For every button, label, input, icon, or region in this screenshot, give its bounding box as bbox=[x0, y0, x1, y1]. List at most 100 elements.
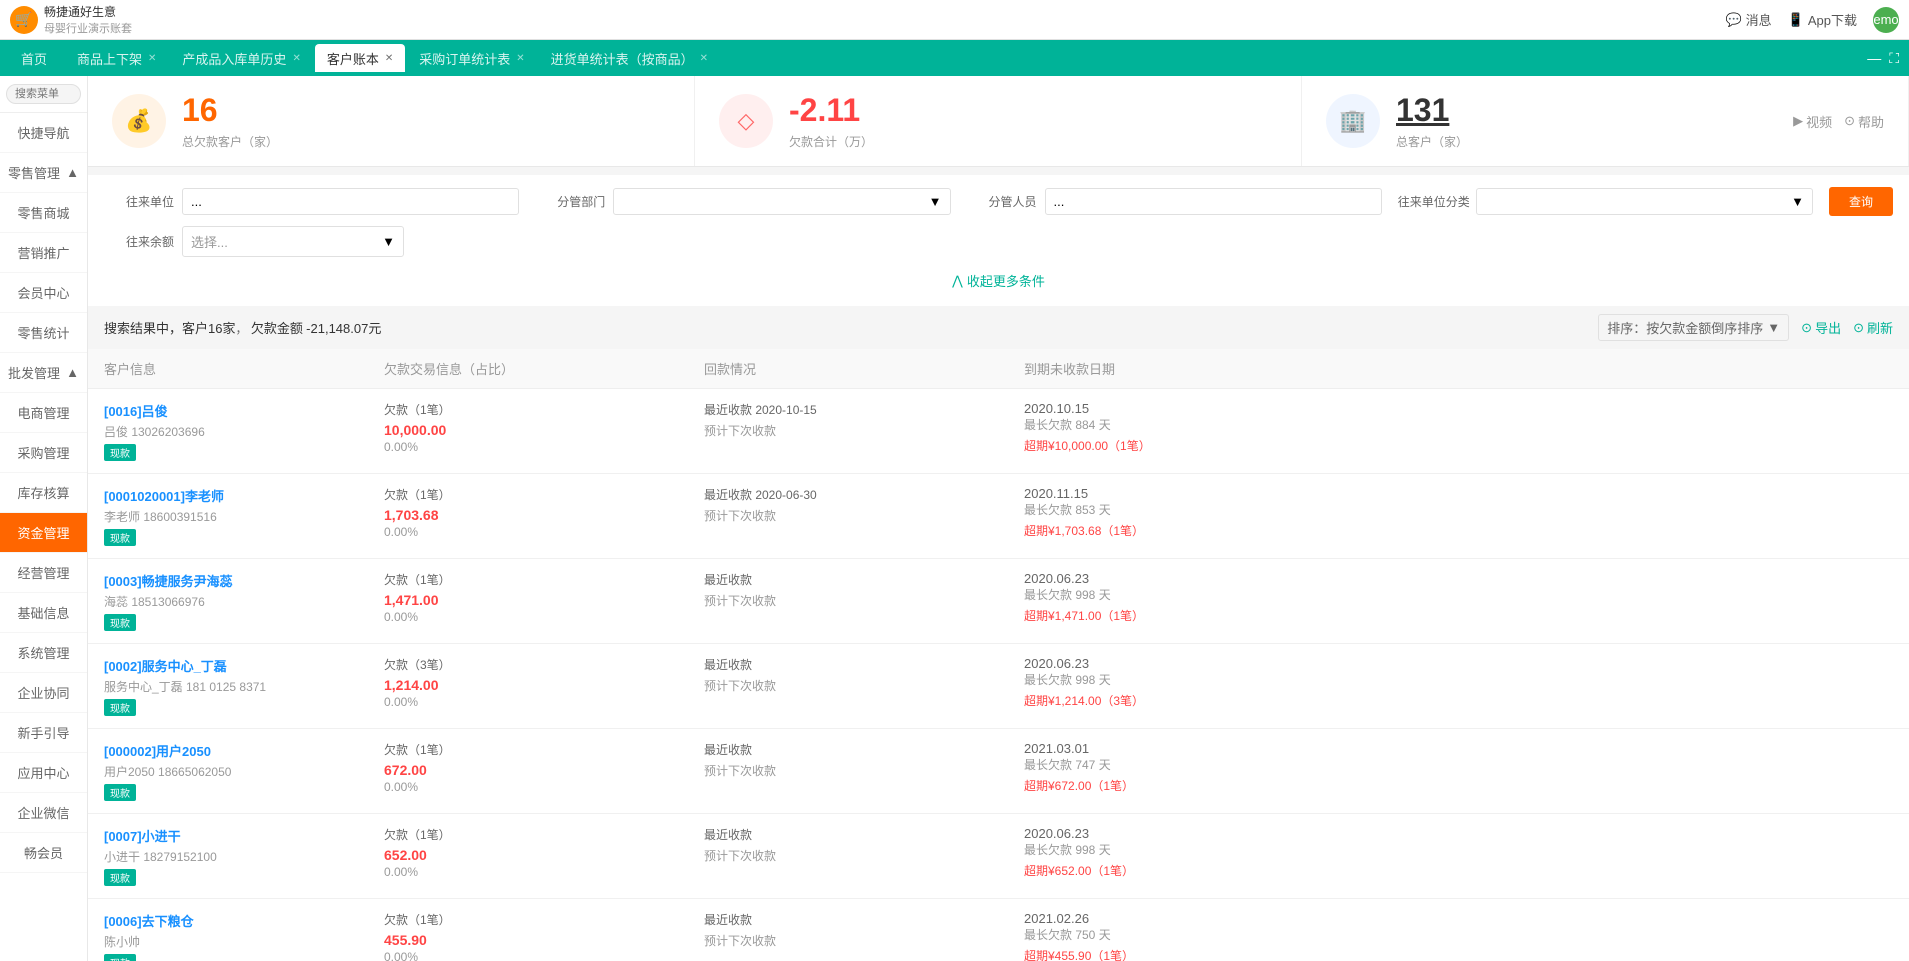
tab-home[interactable]: 首页 bbox=[5, 44, 63, 72]
app-download-btn[interactable]: 📱 App下载 bbox=[1788, 10, 1857, 29]
return-next-5: 预计下次收款 bbox=[704, 847, 1024, 864]
logo-text: 畅捷通好生意 bbox=[44, 3, 132, 20]
customer-name-3[interactable]: [0002]服务中心_丁磊 bbox=[104, 656, 384, 675]
sidebar-item-vip[interactable]: 畅会员 bbox=[0, 833, 87, 873]
tab-customer-account[interactable]: 客户账本 ✕ bbox=[315, 44, 405, 72]
close-tab-3[interactable]: ✕ bbox=[385, 53, 393, 64]
export-btn[interactable]: ⊙ 导出 bbox=[1801, 318, 1841, 337]
maximize-btn[interactable]: ⛶ bbox=[1889, 50, 1899, 67]
sidebar-item-system[interactable]: 系统管理 bbox=[0, 633, 87, 673]
customer-name-1[interactable]: [0001020001]李老师 bbox=[104, 486, 384, 505]
close-tab-4[interactable]: ✕ bbox=[516, 53, 524, 64]
sidebar-item-retail-store[interactable]: 零售商城 bbox=[0, 193, 87, 233]
filter-item-unit: 往来单位 ... bbox=[104, 188, 519, 215]
sidebar-item-purchase[interactable]: 采购管理 bbox=[0, 433, 87, 473]
collapse-button[interactable]: ⋀ 收起更多条件 bbox=[952, 271, 1045, 290]
debt-amount-4[interactable]: 672.00 bbox=[384, 762, 704, 778]
debt-amount-5[interactable]: 652.00 bbox=[384, 847, 704, 863]
sidebar-item-inventory[interactable]: 库存核算 bbox=[0, 473, 87, 513]
debt-amount-2[interactable]: 1,471.00 bbox=[384, 592, 704, 608]
sidebar-item-basic[interactable]: 基础信息 bbox=[0, 593, 87, 633]
sidebar-item-app-center[interactable]: 应用中心 bbox=[0, 753, 87, 793]
due-overdue-4[interactable]: 超期¥672.00（1笔） bbox=[1024, 777, 1893, 794]
filter-item-person: 分管人员 ... bbox=[967, 188, 1382, 215]
avatar: demo2 bbox=[1873, 7, 1899, 33]
due-overdue-6[interactable]: 超期¥455.90（1笔） bbox=[1024, 947, 1893, 961]
help-icon: ⊙ bbox=[1844, 113, 1855, 129]
customer-detail-3: 服务中心_丁磊 181 0125 8371 bbox=[104, 678, 384, 695]
close-tab-5[interactable]: ✕ bbox=[700, 53, 708, 64]
export-icon: ⊙ bbox=[1801, 320, 1812, 336]
customer-name-0[interactable]: [0016]吕俊 bbox=[104, 401, 384, 420]
due-date-3: 2020.06.23 bbox=[1024, 656, 1893, 671]
debt-amount-3[interactable]: 1,214.00 bbox=[384, 677, 704, 693]
due-overdue-2[interactable]: 超期¥1,471.00（1笔） bbox=[1024, 607, 1893, 624]
due-days-0: 最长欠款 884 天 bbox=[1024, 416, 1893, 433]
sidebar-item-marketing[interactable]: 营销推广 bbox=[0, 233, 87, 273]
sort-chevron-icon: ▼ bbox=[1767, 320, 1780, 335]
stat-icon-debt: ◇ bbox=[719, 94, 773, 148]
debt-amount-6[interactable]: 455.90 bbox=[384, 932, 704, 948]
filter-select-balance[interactable]: 选择... ▼ bbox=[182, 226, 404, 257]
due-cell-4: 2021.03.01 最长欠款 747 天 超期¥672.00（1笔） bbox=[1024, 741, 1893, 794]
close-tab-1[interactable]: ✕ bbox=[148, 53, 156, 64]
sidebar-item-retail-stats[interactable]: 零售统计 bbox=[0, 313, 87, 353]
debt-amount-0[interactable]: 10,000.00 bbox=[384, 422, 704, 438]
filter-input-unit[interactable]: ... bbox=[182, 188, 519, 215]
sidebar-nav: 零售管理 ▲ 零售商城 营销推广 会员中心 零售统计 批发管理 ▲ 电商管理 bbox=[0, 153, 87, 873]
stat-card-debt-amount: ◇ -2.11 欠款合计（万） bbox=[695, 76, 1302, 166]
sidebar-item-quick-nav[interactable]: 快捷导航 bbox=[0, 113, 87, 153]
customer-name-6[interactable]: [0006]去下粮仓 bbox=[104, 911, 384, 930]
due-date-5: 2020.06.23 bbox=[1024, 826, 1893, 841]
tab-product-listing[interactable]: 商品上下架 ✕ bbox=[65, 44, 168, 72]
tab-stock-stats[interactable]: 进货单统计表（按商品） ✕ bbox=[539, 44, 720, 72]
message-icon: 💬 bbox=[1725, 12, 1741, 28]
close-tab-2[interactable]: ✕ bbox=[292, 53, 300, 64]
due-days-6: 最长欠款 750 天 bbox=[1024, 926, 1893, 943]
due-overdue-1[interactable]: 超期¥1,703.68（1笔） bbox=[1024, 522, 1893, 539]
table-row: [0016]吕俊 吕俊 13026203696 现款 欠款（1笔） 10,000… bbox=[88, 389, 1909, 474]
sidebar-item-enterprise-wechat[interactable]: 企业微信 bbox=[0, 793, 87, 833]
video-btn[interactable]: ▶ 视频 bbox=[1793, 112, 1832, 131]
sidebar-item-finance[interactable]: 资金管理 bbox=[0, 513, 87, 553]
sidebar-item-ecommerce[interactable]: 电商管理 bbox=[0, 393, 87, 433]
sidebar-item-business[interactable]: 经营管理 bbox=[0, 553, 87, 593]
collapse-row: ⋀ 收起更多条件 bbox=[104, 267, 1893, 294]
logo-sub: 母婴行业演示账套 bbox=[44, 20, 132, 36]
col-header-customer: 客户信息 bbox=[104, 359, 384, 378]
customer-tag-0: 现款 bbox=[104, 444, 136, 461]
table-row: [0001020001]李老师 李老师 18600391516 现款 欠款（1笔… bbox=[88, 474, 1909, 559]
query-button[interactable]: 查询 bbox=[1829, 187, 1893, 216]
due-cell-5: 2020.06.23 最长欠款 998 天 超期¥652.00（1笔） bbox=[1024, 826, 1893, 879]
customer-name-4[interactable]: [000002]用户2050 bbox=[104, 741, 384, 760]
tab-purchase-order[interactable]: 采购订单统计表 ✕ bbox=[407, 44, 536, 72]
chevron-cat-icon: ▼ bbox=[1791, 194, 1804, 209]
return-date-0: 最近收款 2020-10-15 bbox=[704, 401, 1024, 418]
debt-amount-1[interactable]: 1,703.68 bbox=[384, 507, 704, 523]
sidebar-item-member[interactable]: 会员中心 bbox=[0, 273, 87, 313]
table-row: [0007]小进干 小进干 18279152100 现款 欠款（1笔） 652.… bbox=[88, 814, 1909, 899]
sort-select[interactable]: 排序：按欠款金额倒序排序 ▼ bbox=[1598, 314, 1789, 341]
due-overdue-5[interactable]: 超期¥652.00（1笔） bbox=[1024, 862, 1893, 879]
message-btn[interactable]: 💬 消息 bbox=[1725, 10, 1771, 29]
collapse-icon: ⋀ bbox=[952, 273, 963, 289]
sidebar-item-retail-mgmt[interactable]: 零售管理 ▲ bbox=[0, 153, 87, 193]
customer-name-2[interactable]: [0003]畅捷服务尹海蕊 bbox=[104, 571, 384, 590]
customer-name-5[interactable]: [0007]小进干 bbox=[104, 826, 384, 845]
sidebar-item-cooperation[interactable]: 企业协同 bbox=[0, 673, 87, 713]
minimize-btn[interactable]: — bbox=[1867, 50, 1881, 67]
sidebar-item-wholesale-mgmt[interactable]: 批发管理 ▲ bbox=[0, 353, 87, 393]
filter-select-dept[interactable]: ▼ bbox=[613, 188, 950, 215]
tab-product-history[interactable]: 产成品入库单历史 ✕ bbox=[170, 44, 312, 72]
filter-select-category[interactable]: ▼ bbox=[1476, 188, 1813, 215]
debt-count-4: 欠款（1笔） bbox=[384, 741, 704, 758]
search-input[interactable] bbox=[6, 84, 81, 104]
due-overdue-3[interactable]: 超期¥1,214.00（3笔） bbox=[1024, 692, 1893, 709]
user-avatar[interactable]: demo2 bbox=[1873, 7, 1899, 33]
sidebar-item-guide[interactable]: 新手引导 bbox=[0, 713, 87, 753]
due-overdue-0[interactable]: 超期¥10,000.00（1笔） bbox=[1024, 437, 1893, 454]
filter-input-person[interactable]: ... bbox=[1045, 188, 1382, 215]
result-summary: 搜索结果中，客户16家， 欠款金额 -21,148.07元 bbox=[104, 318, 381, 337]
help-btn[interactable]: ⊙ 帮助 bbox=[1844, 112, 1884, 131]
refresh-btn[interactable]: ⊙ 刷新 bbox=[1853, 318, 1893, 337]
